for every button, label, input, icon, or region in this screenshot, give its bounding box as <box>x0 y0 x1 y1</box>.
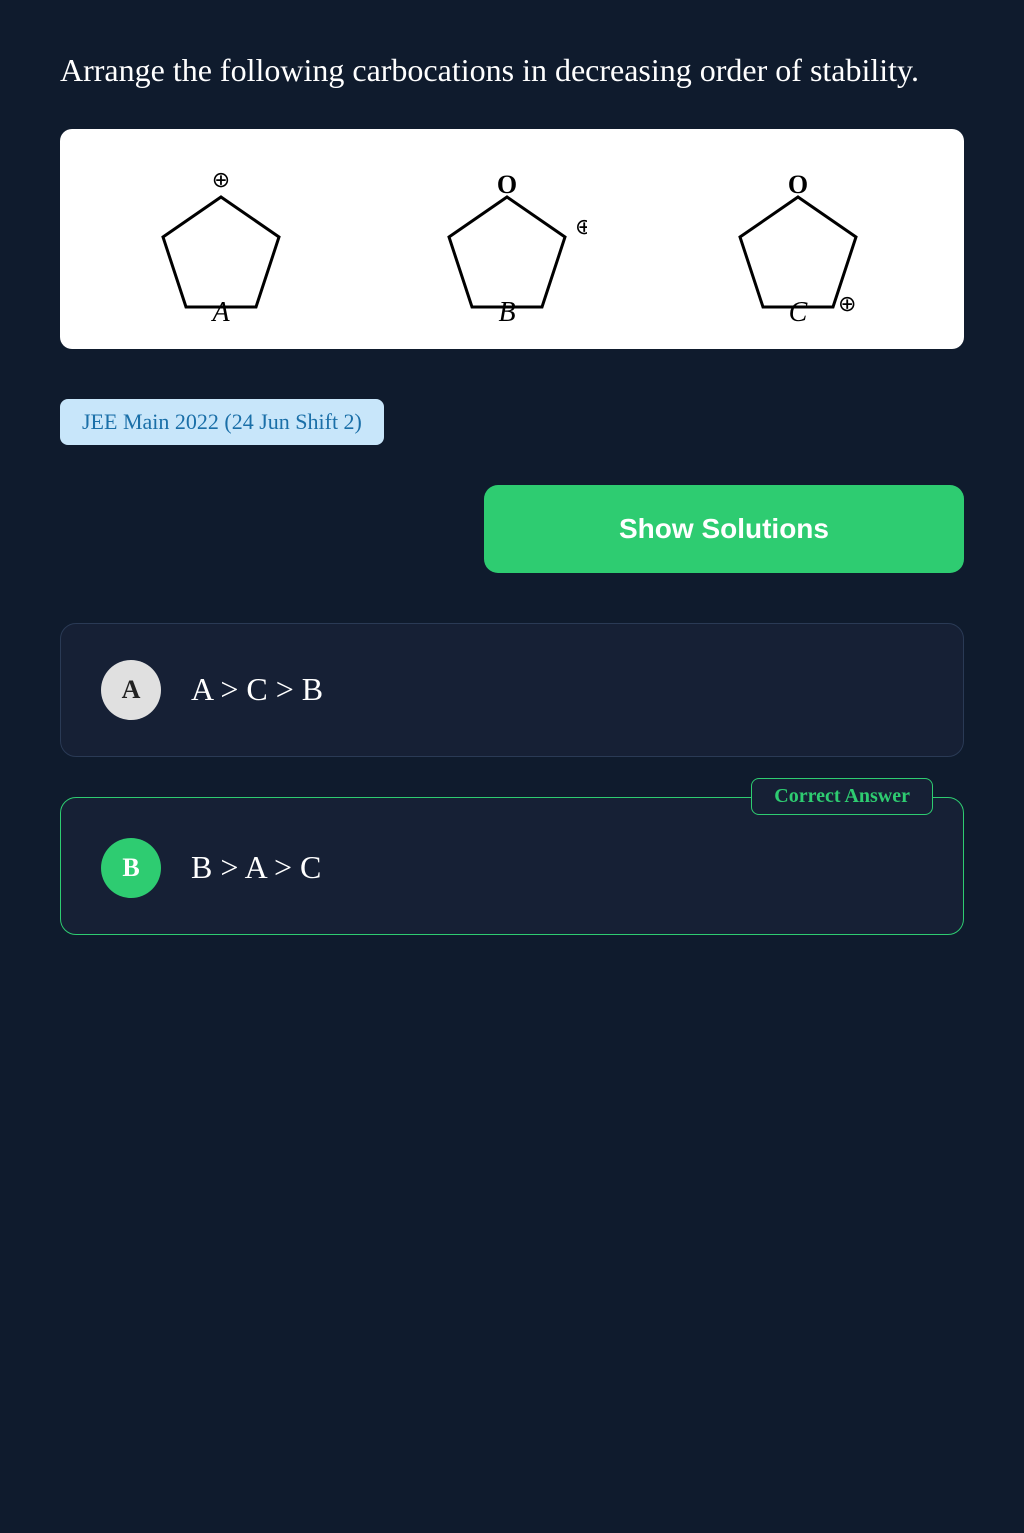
svg-text:⊕: ⊕ <box>211 167 229 192</box>
show-solutions-row: Show Solutions <box>60 485 964 573</box>
correct-answer-badge: Correct Answer <box>751 778 933 815</box>
option-b-card[interactable]: Correct Answer B B > A > C <box>60 797 964 935</box>
option-a-circle: A <box>101 660 161 720</box>
exam-tag: JEE Main 2022 (24 Jun Shift 2) <box>60 399 384 445</box>
svg-text:A: A <box>210 297 230 328</box>
molecule-diagram: ⊕ A O ⊕ B O ⊕ C <box>60 129 964 349</box>
molecule-b: O ⊕ B <box>427 159 587 329</box>
molecule-c: O ⊕ C <box>718 159 878 329</box>
option-a-text: A > C > B <box>191 671 323 708</box>
svg-text:O: O <box>788 170 808 199</box>
svg-text:O: O <box>497 170 517 199</box>
option-a-card[interactable]: A A > C > B <box>60 623 964 757</box>
svg-text:C: C <box>789 297 808 328</box>
svg-text:⊕: ⊕ <box>575 214 587 239</box>
question-title: Arrange the following carbocations in de… <box>60 48 964 93</box>
option-b-text: B > A > C <box>191 849 321 886</box>
show-solutions-button[interactable]: Show Solutions <box>484 485 964 573</box>
molecule-a: ⊕ A <box>146 159 296 329</box>
svg-text:B: B <box>498 297 515 328</box>
svg-text:⊕: ⊕ <box>838 291 856 316</box>
option-b-circle: B <box>101 838 161 898</box>
tag-row: JEE Main 2022 (24 Jun Shift 2) <box>60 399 964 445</box>
